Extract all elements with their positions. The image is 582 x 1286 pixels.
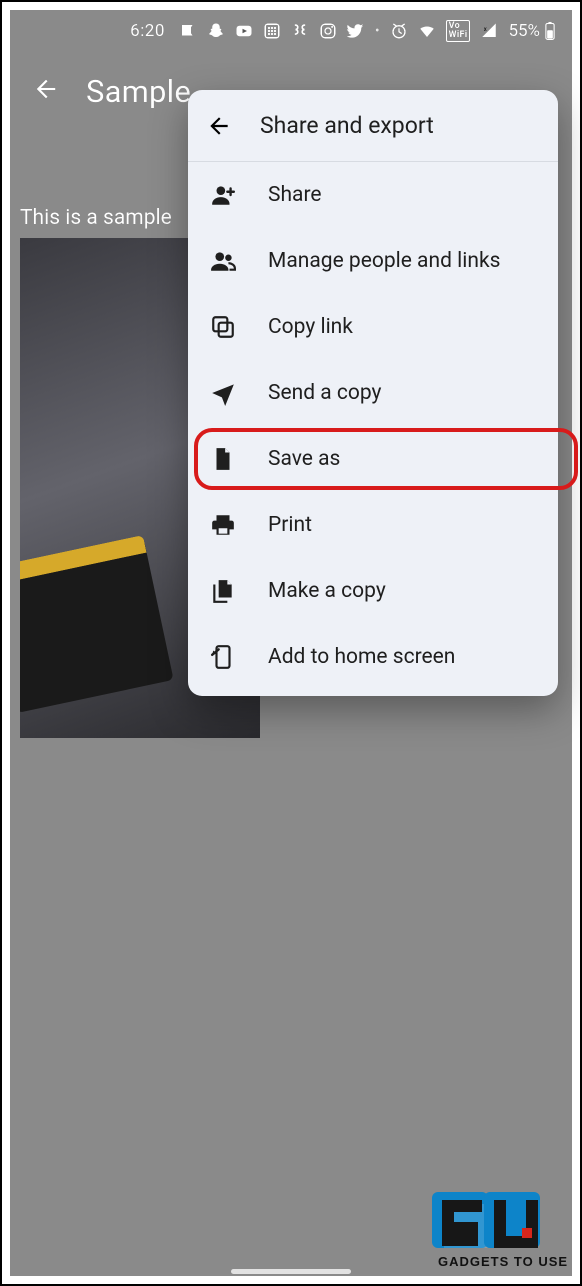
watermark-logo: GADGETS TO USE (424, 1186, 574, 1276)
menu-item-send-copy[interactable]: Send a copy (188, 360, 558, 426)
menu-item-share[interactable]: Share (188, 162, 558, 228)
snapchat-icon (207, 22, 225, 40)
people-icon (208, 248, 238, 274)
watermark-text: GADGETS TO USE (438, 1254, 568, 1269)
twitter-icon (347, 22, 365, 40)
menu-item-label: Make a copy (268, 579, 386, 603)
share-export-menu: Share and export Share Manage people and… (188, 90, 558, 696)
instagram-icon (319, 22, 337, 40)
battery-indicator: 55% (508, 21, 556, 41)
document-title: Sample (86, 73, 191, 110)
menu-item-copy-link[interactable]: Copy link (188, 294, 558, 360)
menu-item-label: Print (268, 513, 312, 537)
menu-item-label: Copy link (268, 315, 353, 339)
file-copy-icon (208, 578, 238, 604)
vowifi-indicator: VoWiFi (446, 20, 471, 42)
navigation-pill[interactable] (231, 1269, 351, 1274)
status-icons-right: VoWiFi (390, 20, 499, 42)
back-button[interactable] (32, 75, 60, 107)
battery-icon (544, 21, 556, 41)
status-separator: • (375, 23, 380, 39)
menu-item-save-as[interactable]: Save as (188, 426, 558, 492)
arrow-left-icon (206, 113, 232, 139)
print-icon (208, 512, 238, 538)
arrow-left-icon (32, 75, 60, 103)
youtube-icon (235, 22, 253, 40)
send-icon (208, 380, 238, 406)
menu-item-manage-people[interactable]: Manage people and links (188, 228, 558, 294)
file-icon (208, 446, 238, 472)
menu-header-label: Share and export (260, 112, 434, 139)
menu-item-label: Add to home screen (268, 645, 455, 669)
status-time: 6:20 (130, 21, 165, 41)
app-icon (291, 22, 309, 40)
status-icons-left (179, 22, 365, 40)
notification-icon (179, 22, 197, 40)
menu-item-label: Share (268, 183, 322, 207)
battery-text: 55% (508, 21, 540, 41)
alarm-icon (390, 22, 408, 40)
menu-header[interactable]: Share and export (188, 90, 558, 162)
status-bar-overlay: 6:20 (10, 10, 572, 52)
menu-item-make-copy[interactable]: Make a copy (188, 558, 558, 624)
grid-icon (263, 22, 281, 40)
menu-item-add-home[interactable]: Add to home screen (188, 624, 558, 690)
signal-icon (480, 22, 498, 40)
menu-item-label: Send a copy (268, 381, 381, 405)
menu-item-label: Manage people and links (268, 249, 500, 273)
wifi-icon (418, 22, 436, 40)
copy-icon (208, 314, 238, 340)
menu-item-label: Save as (268, 447, 340, 471)
add-home-icon (208, 644, 238, 670)
person-add-icon (208, 182, 238, 208)
menu-item-print[interactable]: Print (188, 492, 558, 558)
